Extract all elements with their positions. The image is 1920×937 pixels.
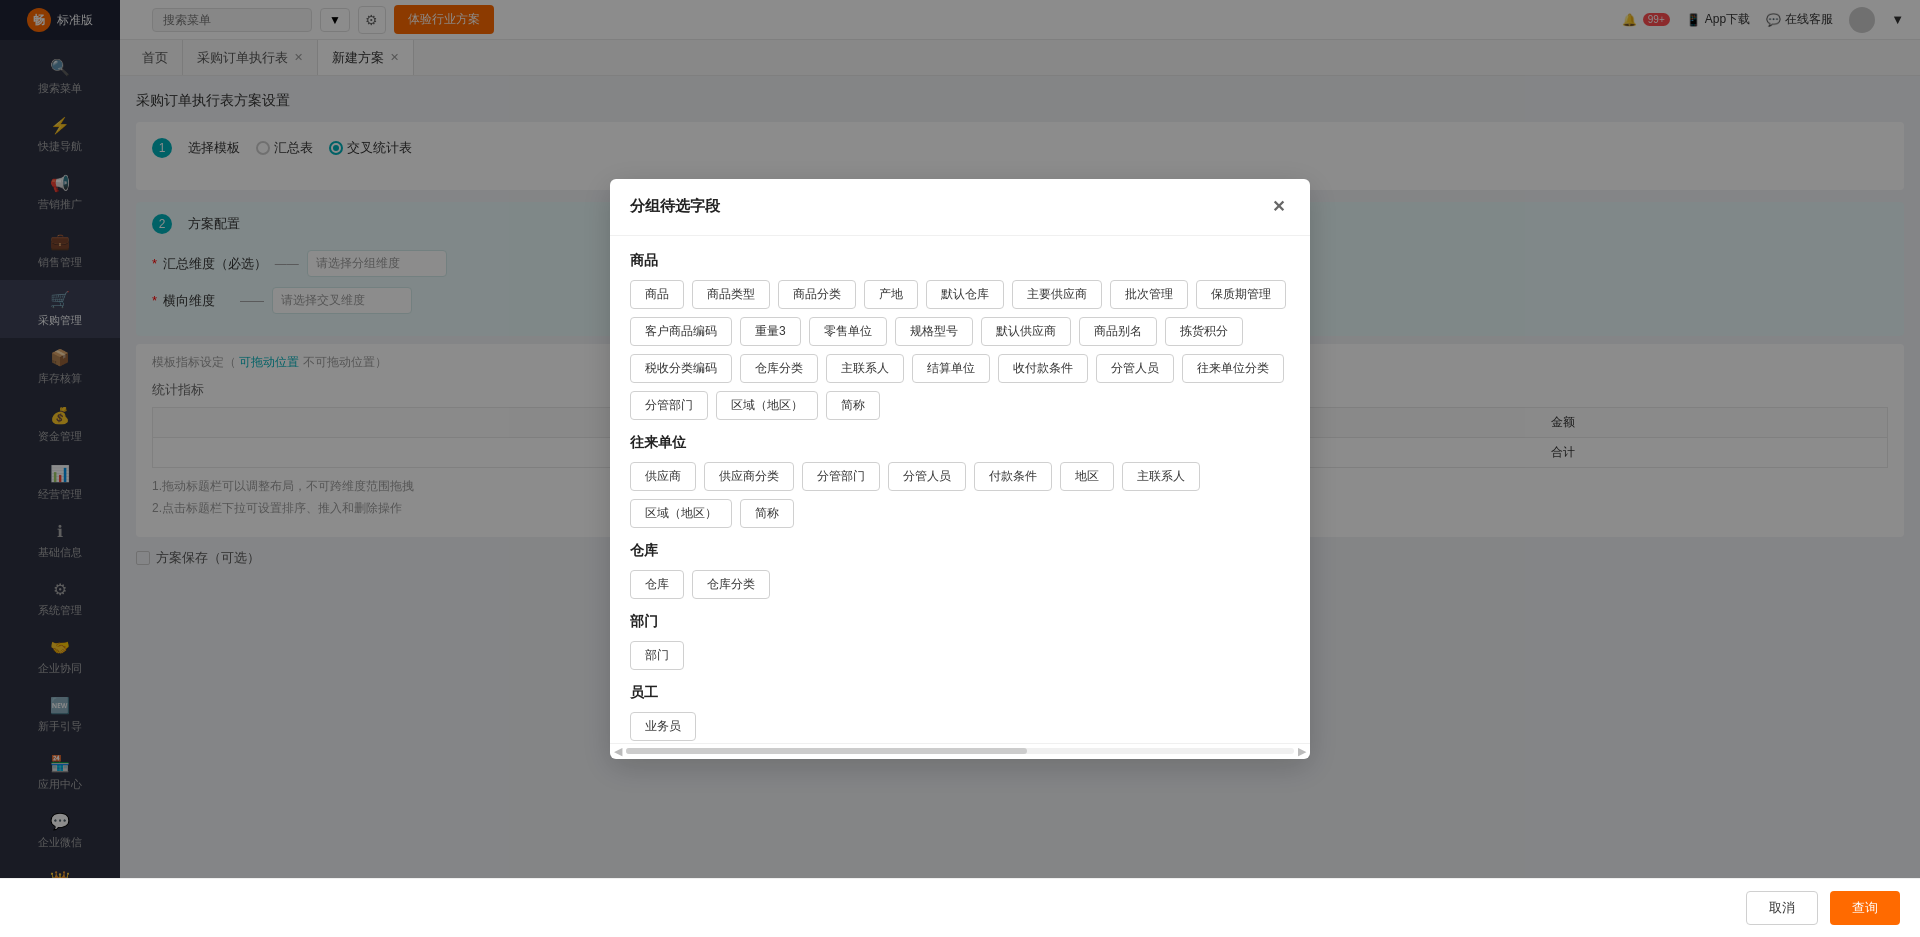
modal-title: 分组待选字段 [630, 197, 720, 216]
field-tag-0-1[interactable]: 商品类型 [692, 280, 770, 309]
field-tag-1-2[interactable]: 分管部门 [802, 462, 880, 491]
cancel-button[interactable]: 取消 [1746, 891, 1818, 925]
field-tag-0-11[interactable]: 规格型号 [895, 317, 973, 346]
field-tags-3: 部门 [630, 641, 1290, 670]
field-tag-1-0[interactable]: 供应商 [630, 462, 696, 491]
field-tag-0-16[interactable]: 仓库分类 [740, 354, 818, 383]
modal-header: 分组待选字段 ✕ [610, 179, 1310, 236]
hscroll-left-arrow[interactable]: ◀ [614, 745, 622, 758]
field-tag-1-1[interactable]: 供应商分类 [704, 462, 794, 491]
field-tag-0-3[interactable]: 产地 [864, 280, 918, 309]
field-tag-1-4[interactable]: 付款条件 [974, 462, 1052, 491]
field-tag-0-10[interactable]: 零售单位 [809, 317, 887, 346]
field-tag-1-3[interactable]: 分管人员 [888, 462, 966, 491]
field-tag-1-6[interactable]: 主联系人 [1122, 462, 1200, 491]
field-tags-1: 供应商供应商分类分管部门分管人员付款条件地区主联系人区域（地区） 简称 [630, 462, 1290, 528]
modal: 分组待选字段 ✕ 商品商品商品类型商品分类产地默认仓库主要供应商批次管理保质期管… [610, 179, 1310, 759]
field-tag-0-14[interactable]: 拣货积分 [1165, 317, 1243, 346]
field-tags-0: 商品商品类型商品分类产地默认仓库主要供应商批次管理保质期管理客户商品编码重量3 零… [630, 280, 1290, 420]
field-tag-0-2[interactable]: 商品分类 [778, 280, 856, 309]
field-tag-0-18[interactable]: 结算单位 [912, 354, 990, 383]
section-title-3: 部门 [630, 613, 1290, 631]
confirm-button[interactable]: 查询 [1830, 891, 1900, 925]
field-tag-2-1[interactable]: 仓库分类 [692, 570, 770, 599]
modal-footer: 取消 查询 [0, 878, 1920, 937]
modal-close-button[interactable]: ✕ [1266, 195, 1290, 219]
modal-body: 商品商品商品类型商品分类产地默认仓库主要供应商批次管理保质期管理客户商品编码重量… [610, 236, 1310, 743]
field-tags-2: 仓库仓库分类 [630, 570, 1290, 599]
section-title-2: 仓库 [630, 542, 1290, 560]
field-tag-0-21[interactable]: 往来单位分类 [1182, 354, 1284, 383]
field-tag-0-23[interactable]: 区域（地区） [716, 391, 818, 420]
field-tag-2-0[interactable]: 仓库 [630, 570, 684, 599]
field-tag-0-8[interactable]: 客户商品编码 [630, 317, 732, 346]
field-tag-0-24[interactable]: 简称 [826, 391, 880, 420]
field-tag-0-4[interactable]: 默认仓库 [926, 280, 1004, 309]
field-tag-0-19[interactable]: 收付款条件 [998, 354, 1088, 383]
hscroll-track [626, 748, 1294, 754]
hscroll-right-arrow[interactable]: ▶ [1298, 745, 1306, 758]
field-tag-0-15[interactable]: 税收分类编码 [630, 354, 732, 383]
field-tag-1-8[interactable]: 简称 [740, 499, 794, 528]
section-title-4: 员工 [630, 684, 1290, 702]
field-tag-0-9[interactable]: 重量3 [740, 317, 801, 346]
modal-hscroll: ◀ ▶ [610, 743, 1310, 759]
field-tag-0-22[interactable]: 分管部门 [630, 391, 708, 420]
section-title-0: 商品 [630, 252, 1290, 270]
field-tag-0-12[interactable]: 默认供应商 [981, 317, 1071, 346]
field-tag-0-6[interactable]: 批次管理 [1110, 280, 1188, 309]
field-tag-0-17[interactable]: 主联系人 [826, 354, 904, 383]
field-tag-0-5[interactable]: 主要供应商 [1012, 280, 1102, 309]
hscroll-thumb [626, 748, 1027, 754]
field-tag-1-7[interactable]: 区域（地区） [630, 499, 732, 528]
field-tag-0-7[interactable]: 保质期管理 [1196, 280, 1286, 309]
field-tag-0-13[interactable]: 商品别名 [1079, 317, 1157, 346]
field-tags-4: 业务员 [630, 712, 1290, 741]
field-tag-0-0[interactable]: 商品 [630, 280, 684, 309]
field-tag-0-20[interactable]: 分管人员 [1096, 354, 1174, 383]
field-tag-3-0[interactable]: 部门 [630, 641, 684, 670]
section-title-1: 往来单位 [630, 434, 1290, 452]
field-tag-4-0[interactable]: 业务员 [630, 712, 696, 741]
field-tag-1-5[interactable]: 地区 [1060, 462, 1114, 491]
modal-overlay[interactable]: 分组待选字段 ✕ 商品商品商品类型商品分类产地默认仓库主要供应商批次管理保质期管… [0, 0, 1920, 937]
